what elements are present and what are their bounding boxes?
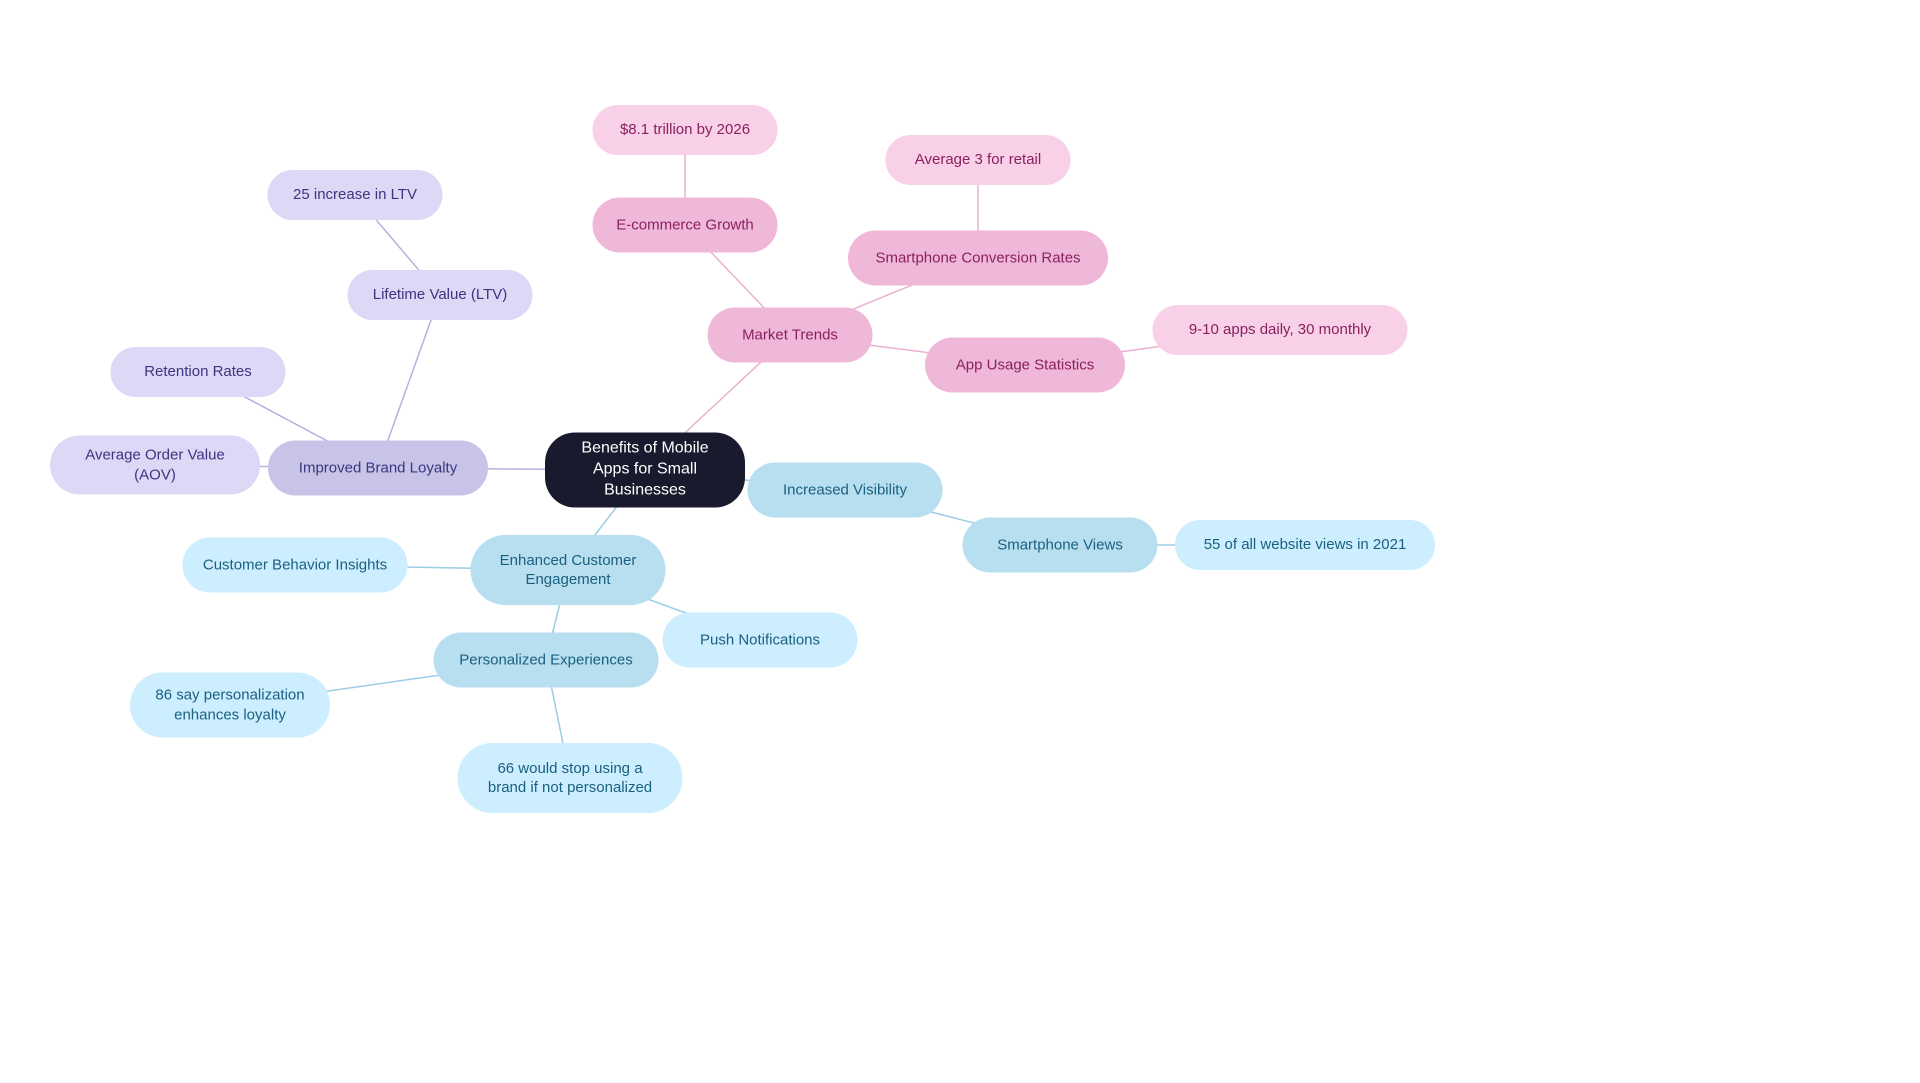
mindmap-container: Benefits of Mobile Apps for Small Busine… — [0, 0, 1920, 1083]
node-lifetime_value: Lifetime Value (LTV) — [348, 270, 533, 320]
node-avg_retail: Average 3 for retail — [886, 135, 1071, 185]
node-website_views_stat: 55 of all website views in 2021 — [1175, 520, 1435, 570]
node-enhanced_engagement: Enhanced Customer Engagement — [471, 535, 666, 605]
node-average_order_value: Average Order Value (AOV) — [50, 436, 260, 495]
node-center: Benefits of Mobile Apps for Small Busine… — [545, 433, 745, 508]
node-increase_ltv: 25 increase in LTV — [268, 170, 443, 220]
node-push_notifications: Push Notifications — [663, 613, 858, 668]
node-smartphone_views: Smartphone Views — [963, 518, 1158, 573]
node-apps_daily: 9-10 apps daily, 30 monthly — [1153, 305, 1408, 355]
node-personalization_loyalty: 86 say personalization enhances loyalty — [130, 673, 330, 738]
node-ecommerce_growth: E-commerce Growth — [593, 198, 778, 253]
node-app_usage_stats: App Usage Statistics — [925, 338, 1125, 393]
node-customer_behavior: Customer Behavior Insights — [183, 538, 408, 593]
node-smartphone_conversion: Smartphone Conversion Rates — [848, 231, 1108, 286]
node-retention_rates: Retention Rates — [111, 347, 286, 397]
node-ecommerce_stat: $8.1 trillion by 2026 — [593, 105, 778, 155]
node-personalized_experiences: Personalized Experiences — [434, 633, 659, 688]
node-improved_brand_loyalty: Improved Brand Loyalty — [268, 441, 488, 496]
node-market_trends: Market Trends — [708, 308, 873, 363]
node-stop_using_brand: 66 would stop using a brand if not perso… — [458, 743, 683, 813]
node-increased_visibility: Increased Visibility — [748, 463, 943, 518]
